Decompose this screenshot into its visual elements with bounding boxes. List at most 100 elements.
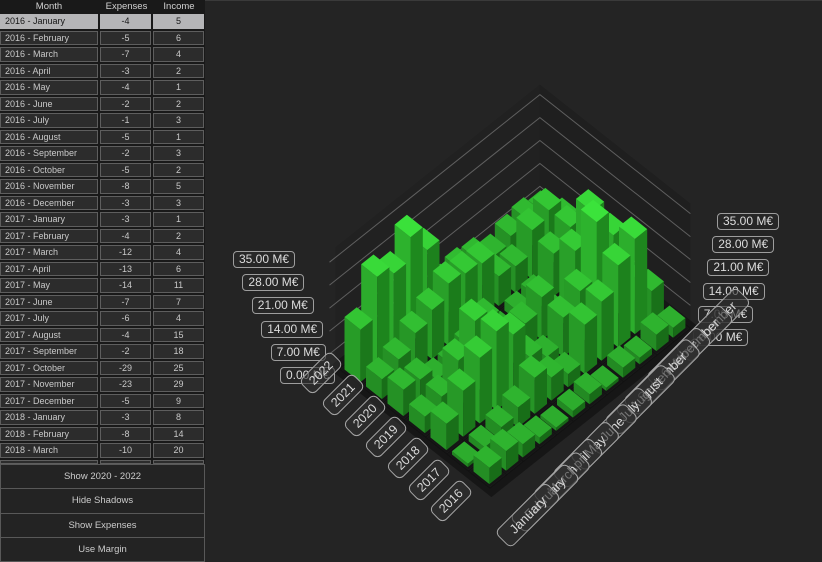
table-row[interactable]: 2016 - June -2 2 bbox=[0, 96, 205, 113]
expenses-cell: -12 bbox=[100, 245, 151, 260]
expenses-cell: -14 bbox=[100, 278, 151, 293]
table-header: Month Expenses Income bbox=[0, 0, 205, 13]
month-cell: 2016 - March bbox=[0, 47, 98, 62]
table-row[interactable]: 2016 - August -5 1 bbox=[0, 129, 205, 146]
table-row[interactable]: 2018 - January -3 8 bbox=[0, 409, 205, 426]
income-cell: 2 bbox=[153, 96, 204, 111]
month-cell: 2017 - July bbox=[0, 311, 98, 326]
income-cell: 4 bbox=[153, 311, 204, 326]
month-cell: 2016 - January bbox=[0, 14, 98, 29]
income-cell: 11 bbox=[153, 278, 204, 293]
income-cell: 9 bbox=[153, 393, 204, 408]
income-cell: 2 bbox=[153, 228, 204, 243]
income-cell: 29 bbox=[153, 377, 204, 392]
table-row[interactable]: 2017 - December -5 9 bbox=[0, 393, 205, 410]
month-cell: 2016 - October bbox=[0, 162, 98, 177]
expenses-cell: -5 bbox=[100, 393, 151, 408]
month-cell: 2017 - March bbox=[0, 245, 98, 260]
expenses-cell: -3 bbox=[100, 410, 151, 425]
month-cell: 2017 - January bbox=[0, 212, 98, 227]
expenses-cell: -2 bbox=[100, 96, 151, 111]
table-row[interactable]: 2016 - February -5 6 bbox=[0, 30, 205, 47]
table-row[interactable]: 2016 - October -5 2 bbox=[0, 162, 205, 179]
bars3d-view[interactable]: 35.00 M€ 28.00 M€ 21.00 M€ 14.00 M€ 7.00 M€ 0… bbox=[205, 0, 822, 562]
income-cell: 15 bbox=[153, 327, 204, 342]
income-cell: 1 bbox=[153, 129, 204, 144]
table-row[interactable]: 2017 - February -4 2 bbox=[0, 228, 205, 245]
expenses-cell: -8 bbox=[100, 426, 151, 441]
table-row[interactable]: 2016 - November -8 5 bbox=[0, 178, 205, 195]
expenses-cell: -13 bbox=[100, 261, 151, 276]
income-cell: 3 bbox=[153, 146, 204, 161]
income-cell: 1 bbox=[153, 212, 204, 227]
month-cell: 2016 - November bbox=[0, 179, 98, 194]
table-row[interactable]: 2017 - March -12 4 bbox=[0, 244, 205, 261]
expenses-cell: -7 bbox=[100, 294, 151, 309]
table-row[interactable]: 2016 - July -1 3 bbox=[0, 112, 205, 129]
month-cell: 2016 - December bbox=[0, 195, 98, 210]
expenses-cell: -3 bbox=[100, 195, 151, 210]
month-cell: 2017 - February bbox=[0, 228, 98, 243]
expenses-cell: -4 bbox=[100, 228, 151, 243]
month-cell: 2016 - February bbox=[0, 30, 98, 45]
income-cell: 25 bbox=[153, 360, 204, 375]
table-row[interactable]: 2018 - March -10 20 bbox=[0, 442, 205, 459]
expenses-cell: -3 bbox=[100, 63, 151, 78]
show-years-button[interactable]: Show 2020 - 2022 bbox=[0, 464, 205, 490]
income-cell: 3 bbox=[153, 113, 204, 128]
month-cell: 2016 - June bbox=[0, 96, 98, 111]
income-cell: 2 bbox=[153, 63, 204, 78]
income-cell: 6 bbox=[153, 261, 204, 276]
table-row[interactable]: 2017 - September -2 18 bbox=[0, 343, 205, 360]
table-row[interactable]: 2016 - December -3 3 bbox=[0, 195, 205, 212]
table-row[interactable]: 2016 - April -3 2 bbox=[0, 63, 205, 80]
income-cell: 14 bbox=[153, 426, 204, 441]
income-cell: 6 bbox=[153, 30, 204, 45]
toggle-shadows-button[interactable]: Hide Shadows bbox=[0, 488, 205, 514]
income-cell: 4 bbox=[153, 47, 204, 62]
table-row[interactable]: 2016 - January -4 5 bbox=[0, 13, 205, 30]
month-cell: 2017 - September bbox=[0, 344, 98, 359]
table-row[interactable]: 2016 - March -7 4 bbox=[0, 46, 205, 63]
expenses-cell: -1 bbox=[100, 113, 151, 128]
month-cell: 2017 - October bbox=[0, 360, 98, 375]
table-row[interactable]: 2018 - February -8 14 bbox=[0, 426, 205, 443]
empty-cell bbox=[100, 459, 151, 464]
table-row[interactable]: 2017 - November -23 29 bbox=[0, 376, 205, 393]
data-panel: Month Expenses Income 2016 - January -4 5 2… bbox=[0, 0, 205, 562]
month-cell: 2016 - May bbox=[0, 80, 98, 95]
expenses-cell: -4 bbox=[100, 80, 151, 95]
expenses-cell: -5 bbox=[100, 129, 151, 144]
table-row[interactable]: 2017 - June -7 7 bbox=[0, 294, 205, 311]
table-row[interactable]: 2017 - January -3 1 bbox=[0, 211, 205, 228]
table-row[interactable]: 2017 - October -29 25 bbox=[0, 360, 205, 377]
income-cell: 18 bbox=[153, 344, 204, 359]
table-row[interactable]: 2016 - May -4 1 bbox=[0, 79, 205, 96]
expenses-cell: -10 bbox=[100, 443, 151, 458]
income-cell: 5 bbox=[153, 14, 204, 29]
table-row[interactable]: 2017 - May -14 11 bbox=[0, 277, 205, 294]
month-cell: 2017 - November bbox=[0, 377, 98, 392]
expenses-cell: -2 bbox=[100, 146, 151, 161]
column-header-expenses: Expenses bbox=[105, 1, 148, 12]
income-cell: 4 bbox=[153, 245, 204, 260]
table-row[interactable]: 2017 - August -4 15 bbox=[0, 327, 205, 344]
expenses-cell: -5 bbox=[100, 30, 151, 45]
income-cell: 3 bbox=[153, 195, 204, 210]
bars3d-app: Month Expenses Income 2016 - January -4 5 2… bbox=[0, 0, 822, 562]
bars3d-svg[interactable] bbox=[205, 1, 822, 562]
empty-cell bbox=[0, 459, 98, 464]
table-row[interactable]: 2017 - April -13 6 bbox=[0, 261, 205, 278]
toggle-series-button[interactable]: Show Expenses bbox=[0, 512, 205, 538]
empty-cell bbox=[153, 459, 204, 464]
expenses-cell: -6 bbox=[100, 311, 151, 326]
expenses-cell: -8 bbox=[100, 179, 151, 194]
table-row[interactable]: 2017 - July -6 4 bbox=[0, 310, 205, 327]
expenses-cell: -7 bbox=[100, 47, 151, 62]
expenses-cell: -23 bbox=[100, 377, 151, 392]
expenses-cell: -2 bbox=[100, 344, 151, 359]
use-margin-button[interactable]: Use Margin bbox=[0, 536, 205, 562]
table-row[interactable]: 2016 - September -2 3 bbox=[0, 145, 205, 162]
expenses-cell: -29 bbox=[100, 360, 151, 375]
month-cell: 2017 - April bbox=[0, 261, 98, 276]
